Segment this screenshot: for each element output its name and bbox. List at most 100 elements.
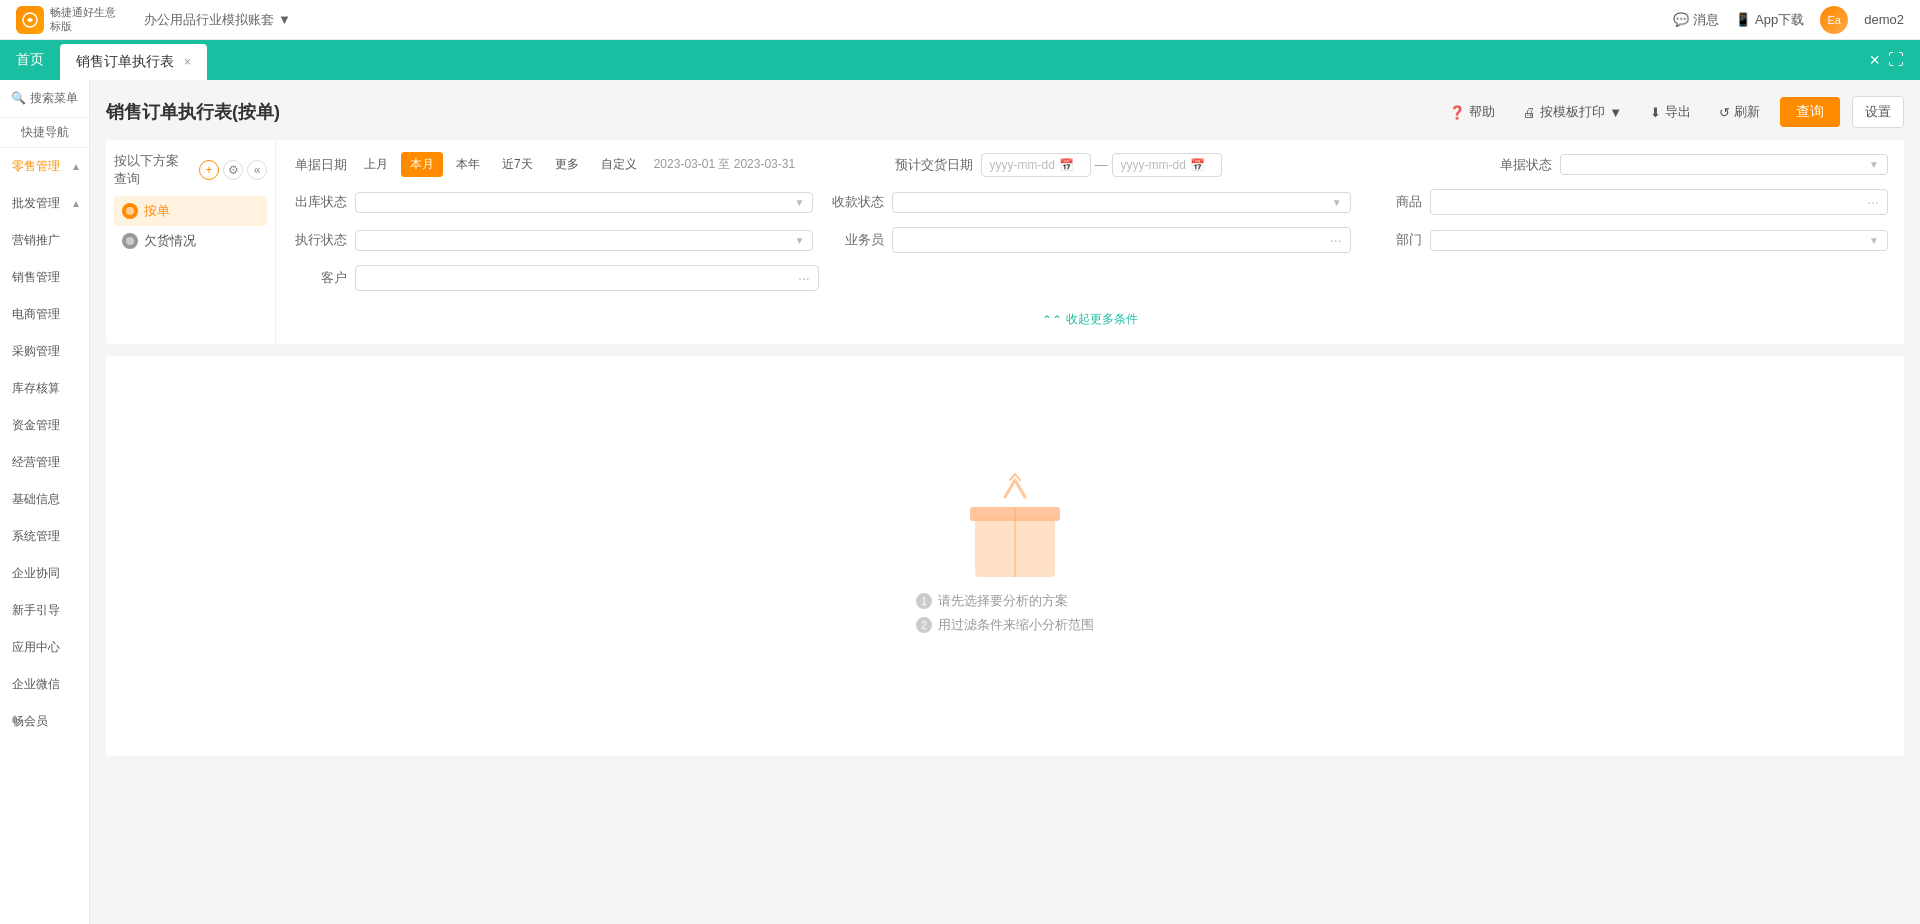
sidebar-item-app-center[interactable]: 应用中心 (0, 629, 89, 666)
plan-item-by-order[interactable]: 按单 (114, 196, 267, 226)
settings-plan-button[interactable]: ⚙ (223, 160, 243, 180)
message-button[interactable]: 💬 消息 (1673, 11, 1719, 29)
plan-item-debt[interactable]: 欠货情况 (114, 226, 267, 256)
collect-status-select[interactable]: ▼ (892, 192, 1350, 213)
help-button[interactable]: ❓ 帮助 (1441, 99, 1503, 125)
sidebar-item-member[interactable]: 畅会员 (0, 703, 89, 740)
refresh-button[interactable]: ↺ 刷新 (1711, 99, 1768, 125)
sidebar-item-beginner[interactable]: 新手引导 (0, 592, 89, 629)
filter-row-1: 单据日期 上月 本月 本年 近7天 更多 自定义 2023-03-01 至 20… (292, 152, 1888, 177)
sidebar-item-finance[interactable]: 资金管理 (0, 407, 89, 444)
collapse-filters-button[interactable]: ⌃⌃ 收起更多条件 (292, 303, 1888, 332)
logo-text: 畅捷通好生意 标版 (50, 6, 116, 32)
sidebar-item-marketing[interactable]: 营销推广 (0, 222, 89, 259)
sidebar-item-wholesale-label: 批发管理 (12, 195, 60, 212)
date-btn-more[interactable]: 更多 (546, 152, 588, 177)
salesman-label: 业务员 (829, 231, 884, 249)
sidebar-item-wholesale[interactable]: 批发管理 ▲ (0, 185, 89, 222)
status-label: 单据状态 (1497, 156, 1552, 174)
sidebar: 🔍 搜索菜单 快捷导航 零售管理 ▲ 批发管理 ▲ 营销推广 销售管理 电商管理… (0, 80, 90, 924)
tip-num-1: 1 (916, 593, 932, 609)
message-label: 消息 (1693, 11, 1719, 29)
app-icon: 📱 (1735, 12, 1751, 27)
filter-field-customer: 客户 ··· (292, 265, 819, 291)
customer-dots[interactable]: ··· (798, 270, 810, 286)
print-label: 按模板打印 (1540, 103, 1605, 121)
breadcrumb[interactable]: 办公用品行业模拟账套 ▼ (144, 11, 291, 29)
out-status-label: 出库状态 (292, 193, 347, 211)
print-button[interactable]: 🖨 按模板打印 ▼ (1515, 99, 1630, 125)
content-area: 销售订单执行表(按单) ❓ 帮助 🖨 按模板打印 ▼ ⬇ 导出 (90, 80, 1920, 924)
date-btn-7days[interactable]: 近7天 (493, 152, 542, 177)
export-icon: ⬇ (1650, 105, 1661, 120)
date-btn-this-month[interactable]: 本月 (401, 152, 443, 177)
sidebar-quick-nav-label: 快捷导航 (21, 125, 69, 139)
status-arrow-down: ▼ (1869, 159, 1879, 170)
app-download-button[interactable]: 📱 App下载 (1735, 11, 1804, 29)
out-status-select[interactable]: ▼ (355, 192, 813, 213)
date-btn-this-year[interactable]: 本年 (447, 152, 489, 177)
help-label: 帮助 (1469, 103, 1495, 121)
status-select[interactable]: ▼ (1560, 154, 1888, 175)
user-name: demo2 (1864, 12, 1904, 27)
expected-date-to[interactable]: yyyy-mm-dd 📅 (1112, 153, 1222, 177)
sidebar-item-ecommerce[interactable]: 电商管理 (0, 296, 89, 333)
search-button[interactable]: 查询 (1780, 97, 1840, 127)
plan-dot (122, 203, 138, 219)
sidebar-item-marketing-label: 营销推广 (12, 232, 60, 249)
page-content: 销售订单执行表(按单) ❓ 帮助 🖨 按模板打印 ▼ ⬇ 导出 (90, 80, 1920, 772)
sidebar-item-corp-wechat[interactable]: 企业微信 (0, 666, 89, 703)
svg-point-1 (126, 207, 134, 215)
dept-arrow: ▼ (1869, 235, 1879, 246)
date-control: 上月 本月 本年 近7天 更多 自定义 2023-03-01 至 2023-03… (355, 152, 879, 177)
minimize-icon[interactable]: × (1869, 50, 1880, 71)
collapse-sidebar-button[interactable]: « (247, 160, 267, 180)
add-plan-button[interactable]: + (199, 160, 219, 180)
sidebar-item-retail[interactable]: 零售管理 ▲ (0, 148, 89, 185)
settings-button[interactable]: 设置 (1852, 96, 1904, 128)
sidebar-item-inventory-label: 库存核算 (12, 380, 60, 397)
sidebar-item-sales[interactable]: 销售管理 (0, 259, 89, 296)
filter-sidebar-controls: + ⚙ « (199, 160, 267, 180)
sidebar-item-operation[interactable]: 经营管理 (0, 444, 89, 481)
plan-item-label: 按单 (144, 202, 170, 220)
main-layout: 🔍 搜索菜单 快捷导航 零售管理 ▲ 批发管理 ▲ 营销推广 销售管理 电商管理… (0, 80, 1920, 924)
expected-date-from[interactable]: yyyy-mm-dd 📅 (981, 153, 1091, 177)
tab-sales-order[interactable]: 销售订单执行表 × (60, 44, 207, 80)
dept-select[interactable]: ▼ (1430, 230, 1888, 251)
sidebar-item-purchase[interactable]: 采购管理 (0, 333, 89, 370)
collapse-icon: ⌃⌃ (1042, 313, 1062, 327)
expected-date-control: yyyy-mm-dd 📅 — yyyy-mm-dd 📅 (981, 153, 1482, 177)
avatar[interactable]: Ea (1820, 6, 1848, 34)
print-arrow: ▼ (1609, 105, 1622, 120)
filter-field-collect-status: 收款状态 ▼ (829, 192, 1350, 213)
breadcrumb-arrow[interactable]: ▼ (278, 12, 291, 27)
goods-dots[interactable]: ··· (1867, 194, 1879, 210)
sidebar-search[interactable]: 🔍 搜索菜单 (0, 80, 89, 118)
tab-home[interactable]: 首页 (0, 40, 60, 80)
filter-field-expected-date: 预计交货日期 yyyy-mm-dd 📅 — yyyy-mm-dd 📅 (895, 153, 1482, 177)
avatar-initials: Ea (1828, 14, 1841, 26)
date-btn-custom[interactable]: 自定义 (592, 152, 646, 177)
help-icon: ❓ (1449, 105, 1465, 120)
salesman-dots[interactable]: ··· (1330, 232, 1342, 248)
search-icon: 🔍 (11, 91, 26, 105)
breadcrumb-text: 办公用品行业模拟账套 (144, 11, 274, 29)
sidebar-item-system[interactable]: 系统管理 (0, 518, 89, 555)
tab-close-icon[interactable]: × (184, 55, 191, 69)
sidebar-item-inventory[interactable]: 库存核算 (0, 370, 89, 407)
settings-label: 设置 (1865, 103, 1891, 121)
date-btn-last-month[interactable]: 上月 (355, 152, 397, 177)
sidebar-item-corp-collab[interactable]: 企业协同 (0, 555, 89, 592)
tab-bar-right: × ⛶ (1869, 50, 1920, 71)
exec-status-arrow: ▼ (794, 235, 804, 246)
sidebar-item-basic-info[interactable]: 基础信息 (0, 481, 89, 518)
sidebar-item-retail-label: 零售管理 (12, 158, 60, 175)
sidebar-quick-nav[interactable]: 快捷导航 (0, 118, 89, 148)
exec-status-select[interactable]: ▼ (355, 230, 813, 251)
export-button[interactable]: ⬇ 导出 (1642, 99, 1699, 125)
maximize-icon[interactable]: ⛶ (1888, 51, 1904, 69)
filter-sidebar-title-text: 按以下方案查询 (114, 152, 191, 188)
header-left: 畅捷通好生意 标版 办公用品行业模拟账套 ▼ (16, 6, 291, 34)
sidebar-item-basic-info-label: 基础信息 (12, 491, 60, 508)
